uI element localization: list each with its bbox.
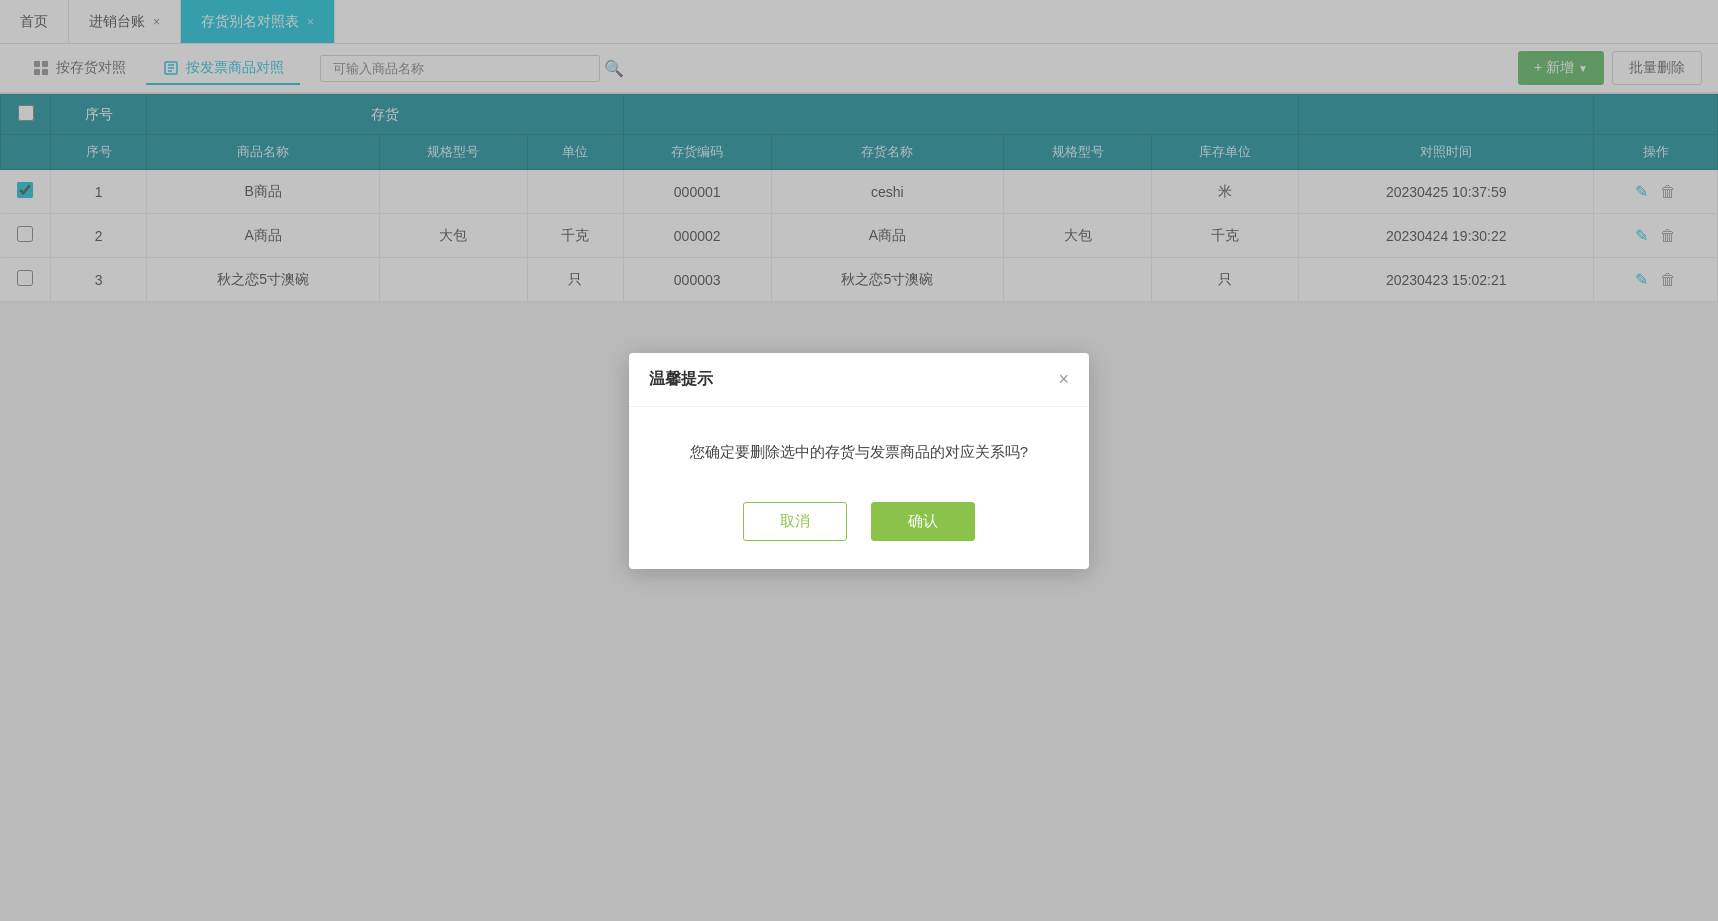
dialog-overlay: 温馨提示 × 您确定要删除选中的存货与发票商品的对应关系吗? 取消 确认 [0,0,1718,302]
